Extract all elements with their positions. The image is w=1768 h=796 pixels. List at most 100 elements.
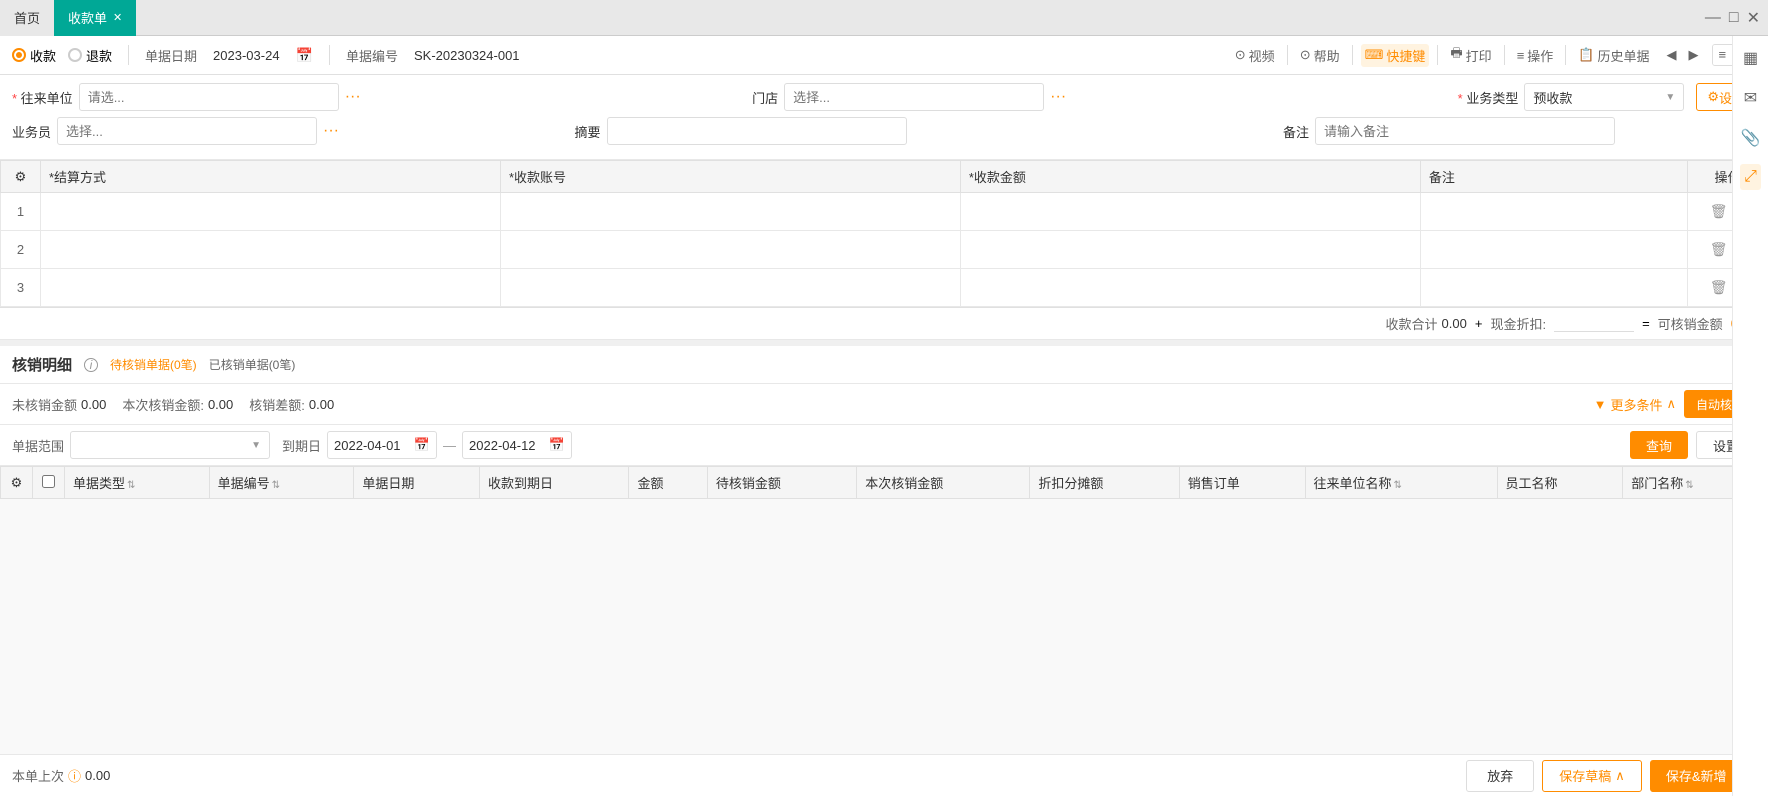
remark-3[interactable] xyxy=(1420,269,1687,307)
table-settings-header[interactable]: ⚙ xyxy=(1,161,41,193)
receipt-radio-label: 收款 xyxy=(30,46,56,65)
verify-section: 核销明细 i 待核销单据(0笔) 已核销单据(0笔) 未核销金额 0.00 本次… xyxy=(0,340,1768,754)
delete-row-1[interactable]: 🗑 xyxy=(1710,203,1728,219)
operations-button[interactable]: ≡ 操作 xyxy=(1513,44,1558,67)
salesperson-more-btn[interactable]: ··· xyxy=(323,122,339,140)
save-new-label: 保存&新增 xyxy=(1666,766,1727,785)
maximize-button[interactable]: □ xyxy=(1729,9,1739,27)
pending-tab[interactable]: 待核销单据(0笔) xyxy=(110,356,197,373)
close-button[interactable]: ✕ xyxy=(1747,8,1760,28)
save-draft-button[interactable]: 保存草稿 ∧ xyxy=(1542,760,1642,792)
discard-button[interactable]: 放弃 xyxy=(1466,760,1534,792)
settlement-2[interactable] xyxy=(41,231,501,269)
remark-input[interactable] xyxy=(1315,117,1615,145)
discount-label: 现金折扣: xyxy=(1490,314,1546,333)
equals-sign: = xyxy=(1642,316,1650,331)
amount-3[interactable] xyxy=(960,269,1420,307)
amount-2[interactable] xyxy=(960,231,1420,269)
company-sort-icon[interactable]: ⇅ xyxy=(1394,480,1402,491)
settlement-1[interactable] xyxy=(41,193,501,231)
video-label: 视频 xyxy=(1249,46,1275,65)
shortcut-button[interactable]: ⌨ 快捷键 xyxy=(1361,44,1430,67)
total-label: 收款合计 0.00 xyxy=(1386,314,1467,333)
account-3[interactable] xyxy=(500,269,960,307)
counterpart-input[interactable] xyxy=(79,83,339,111)
tab-receipt-label: 收款单 xyxy=(68,8,107,27)
counterpart-more-btn[interactable]: ··· xyxy=(345,88,361,106)
sidebar-expand-icon[interactable]: ⤢ xyxy=(1740,164,1761,190)
print-button[interactable]: 🖶 打印 xyxy=(1446,42,1495,68)
sidebar-email-icon[interactable]: ✉ xyxy=(1740,84,1761,112)
shortcut-label: 快捷键 xyxy=(1386,46,1425,65)
diff-value: 0.00 xyxy=(309,397,334,412)
data-table-container: ⚙ 单据类型⇅ 单据编号⇅ 单据日期 收款到期日 金额 待核销 xyxy=(0,466,1768,754)
date-from-calendar-icon[interactable]: 📅 xyxy=(414,437,430,453)
store-input[interactable] xyxy=(784,83,1044,111)
history-button[interactable]: 📋 历史单据 xyxy=(1574,44,1653,67)
salesperson-input[interactable] xyxy=(57,117,317,145)
save-draft-label: 保存草稿 xyxy=(1559,766,1611,785)
business-type-select[interactable]: 预收款 ▼ xyxy=(1524,83,1684,111)
type-sort-icon[interactable]: ⇅ xyxy=(127,480,135,491)
tab-receipt[interactable]: 收款单 ✕ xyxy=(54,0,136,36)
account-2[interactable] xyxy=(500,231,960,269)
tab-receipt-close[interactable]: ✕ xyxy=(113,11,122,24)
tb-div2 xyxy=(1352,45,1353,65)
info-icon-footer[interactable]: ⓘ xyxy=(68,766,81,785)
dt-date-header: 单据日期 xyxy=(354,467,480,499)
select-all-checkbox[interactable] xyxy=(42,475,55,488)
remark-2[interactable] xyxy=(1420,231,1687,269)
more-conditions-btn[interactable]: ▼ 更多条件 ∧ xyxy=(1594,395,1676,414)
plus-sign: + xyxy=(1475,316,1483,331)
sidebar-attachment-icon[interactable]: 📎 xyxy=(1737,124,1765,152)
abstract-input[interactable] xyxy=(607,117,907,145)
gear-icon[interactable]: ⚙ xyxy=(15,169,27,184)
nav-next[interactable]: ▶ xyxy=(1684,45,1704,65)
date-to-input[interactable]: 2022-04-12 📅 xyxy=(462,431,572,459)
delete-row-2[interactable]: 🗑 xyxy=(1710,241,1728,257)
completed-tab[interactable]: 已核销单据(0笔) xyxy=(209,356,296,373)
date-from-value: 2022-04-01 xyxy=(334,438,401,453)
date-from-input[interactable]: 2022-04-01 📅 xyxy=(327,431,437,459)
dt-due-header: 收款到期日 xyxy=(480,467,629,499)
nav-prev[interactable]: ◀ xyxy=(1662,45,1682,65)
date-to-calendar-icon[interactable]: 📅 xyxy=(549,437,565,453)
dept-sort-icon[interactable]: ⇅ xyxy=(1685,480,1693,491)
query-button[interactable]: 查询 xyxy=(1630,431,1688,459)
range-select[interactable]: ▼ xyxy=(70,431,270,459)
date-calendar-icon[interactable]: 📅 xyxy=(296,47,313,64)
main-content: 收款 退款 单据日期 2023-03-24 📅 单据编号 SK-20230324… xyxy=(0,36,1768,796)
settlement-header: *结算方式 xyxy=(41,161,501,193)
row-num-3: 3 xyxy=(1,269,41,307)
footer-right: 放弃 保存草稿 ∧ 保存&新增 ∧ xyxy=(1466,760,1756,792)
tb-div3 xyxy=(1437,45,1438,65)
dt-amount-header: 金额 xyxy=(629,467,707,499)
video-button[interactable]: ⊙ 视频 xyxy=(1231,44,1279,67)
minimize-button[interactable]: — xyxy=(1705,9,1721,27)
discount-input[interactable] xyxy=(1554,316,1634,332)
view-list[interactable]: ≡ xyxy=(1713,45,1733,65)
dt-current-header: 本次核销金额 xyxy=(857,467,1030,499)
verify-info-icon[interactable]: i xyxy=(84,358,98,372)
tab-home[interactable]: 首页 xyxy=(0,0,54,36)
number-sort-icon[interactable]: ⇅ xyxy=(272,480,280,491)
print-icon: 🖶 xyxy=(1450,44,1462,66)
tab-bar: 首页 收款单 ✕ — □ ✕ xyxy=(0,0,1768,36)
history-icon: 📋 xyxy=(1578,47,1594,63)
settlement-3[interactable] xyxy=(41,269,501,307)
date-to-value: 2022-04-12 xyxy=(469,438,536,453)
remark-1[interactable] xyxy=(1420,193,1687,231)
current-stat: 本次核销金额: 0.00 xyxy=(122,395,233,414)
summary-row: 收款合计 0.00 + 现金折扣: = 可核销金额 0.00 xyxy=(0,308,1768,340)
amount-1[interactable] xyxy=(960,193,1420,231)
delete-row-3[interactable]: 🗑 xyxy=(1710,279,1728,295)
dt-settings-col[interactable]: ⚙ xyxy=(1,467,33,499)
store-more-btn[interactable]: ··· xyxy=(1050,88,1066,106)
tb-div4 xyxy=(1504,45,1505,65)
refund-radio[interactable]: 退款 xyxy=(68,46,112,65)
sidebar-table-icon[interactable]: ▦ xyxy=(1739,44,1762,72)
account-1[interactable] xyxy=(500,193,960,231)
receipt-radio[interactable]: 收款 xyxy=(12,46,56,65)
help-button[interactable]: ⊙ 帮助 xyxy=(1296,44,1344,67)
unchecked-value: 0.00 xyxy=(81,397,106,412)
